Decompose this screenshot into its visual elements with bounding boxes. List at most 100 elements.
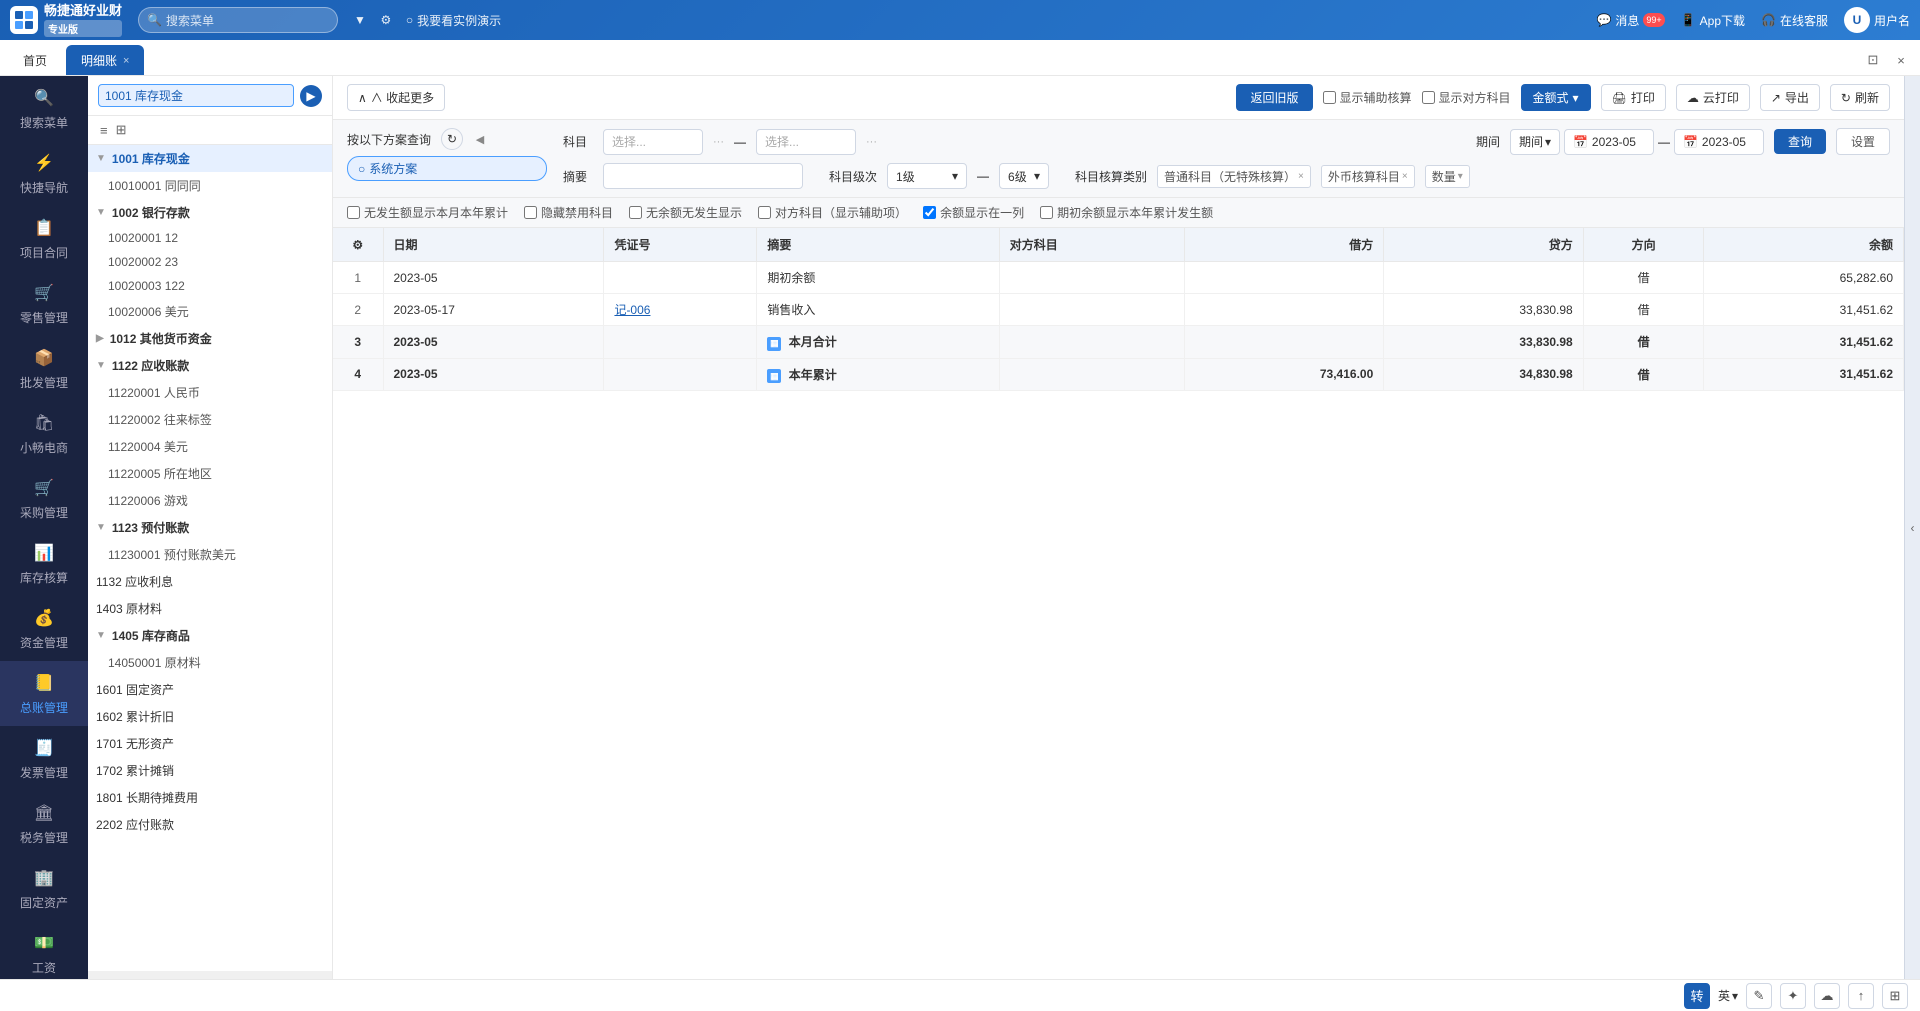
cb-opposite-subject[interactable]: 对方科目（显示辅助项）	[758, 204, 907, 221]
return-old-version-btn[interactable]: 返回旧版	[1236, 84, 1312, 111]
period-start-date[interactable]: 📅 2023-05	[1564, 129, 1654, 155]
bottom-cloud-btn[interactable]: ☁	[1814, 983, 1840, 1009]
tree-item-1403[interactable]: 1403 原材料	[88, 595, 332, 622]
app-download-btn[interactable]: 📱 App下载	[1681, 12, 1745, 29]
tree-item-10020006[interactable]: 10020006 美元	[88, 298, 332, 325]
tree-item-1001[interactable]: ▼ 1001 库存现金	[88, 145, 332, 172]
sidebar-item-assets[interactable]: 🏢 固定资产	[0, 856, 88, 921]
type-tag-1-close[interactable]: ×	[1298, 171, 1304, 182]
tree-item-11220005[interactable]: 11220005 所在地区	[88, 460, 332, 487]
summary-input[interactable]	[603, 163, 803, 189]
print-btn[interactable]: 🖨 打印	[1601, 84, 1666, 111]
show-opposite-checkbox[interactable]: 显示对方科目	[1422, 89, 1511, 106]
tree-item-10010001[interactable]: 10010001 同同同	[88, 172, 332, 199]
filter-settings-btn[interactable]: 设置	[1836, 128, 1890, 155]
user-menu[interactable]: U 用户名	[1844, 7, 1910, 33]
query-btn[interactable]: 查询	[1774, 129, 1826, 154]
type-tag-2-close[interactable]: ×	[1402, 171, 1408, 182]
cb-no-transaction[interactable]: 无发生额显示本月本年累计	[347, 204, 508, 221]
subject-input-to[interactable]: 选择...	[756, 129, 856, 155]
sidebar-item-wholesale[interactable]: 📦 批发管理	[0, 336, 88, 401]
tree-item-10020002[interactable]: 10020002 23	[88, 250, 332, 274]
cb-hide-disabled[interactable]: 隐藏禁用科目	[524, 204, 613, 221]
tree-item-1405[interactable]: ▼ 1405 库存商品	[88, 622, 332, 649]
bottom-star-btn[interactable]: ✦	[1780, 983, 1806, 1009]
tab-close-btn[interactable]: ×	[123, 55, 129, 67]
settings-icon[interactable]: ⚙	[374, 8, 398, 32]
opposite-cb[interactable]	[1422, 91, 1435, 104]
tab-detail-ledger[interactable]: 明细账 ×	[66, 45, 144, 75]
tree-item-14050001[interactable]: 14050001 原材料	[88, 649, 332, 676]
style-switcher-btn[interactable]: 金额式 ▾	[1521, 84, 1591, 111]
tree-item-10020001[interactable]: 10020001 12	[88, 226, 332, 250]
workspace-dropdown[interactable]: ▼	[354, 13, 366, 27]
sidebar-item-invoice[interactable]: 🧾 发票管理	[0, 726, 88, 791]
period-type-select[interactable]: 期间 ▾	[1510, 129, 1560, 155]
cb-opening-balance[interactable]: 期初余额显示本年累计发生额	[1040, 204, 1213, 221]
cb-opening-balance-input[interactable]	[1040, 206, 1053, 219]
sidebar-item-retail[interactable]: 🛒 零售管理	[0, 271, 88, 336]
sidebar-item-payroll[interactable]: 💵 工资	[0, 921, 88, 979]
bottom-upload-btn[interactable]: ↑	[1848, 983, 1874, 1009]
type-tag-2[interactable]: 外币核算科目 ×	[1321, 165, 1415, 188]
scheme-tag[interactable]: ○ 系统方案	[347, 156, 547, 181]
sidebar-item-purchase[interactable]: 🛒 采购管理	[0, 466, 88, 531]
sidebar-item-ledger[interactable]: 📒 总账管理	[0, 661, 88, 726]
expand-more-btn[interactable]: ∧ ∧ 收起更多	[347, 84, 445, 111]
sidebar-item-project[interactable]: 📋 项目合同	[0, 206, 88, 271]
export-btn[interactable]: ↗ 导出	[1760, 84, 1820, 111]
cb-opposite-subject-input[interactable]	[758, 206, 771, 219]
tree-scrollbar[interactable]	[88, 971, 332, 979]
search-bar[interactable]: 🔍 搜索菜单	[138, 7, 338, 33]
messages-btn[interactable]: 💬 消息 99+	[1596, 12, 1664, 29]
cb-no-balance-hide[interactable]: 无余额无发生显示	[629, 204, 742, 221]
show-aux-calc-checkbox[interactable]: 显示辅助核算	[1323, 89, 1412, 106]
tree-list-icon[interactable]: ≡	[98, 121, 110, 140]
bottom-edit-btn[interactable]: ✎	[1746, 983, 1772, 1009]
window-restore-btn[interactable]: ⊡	[1862, 49, 1884, 71]
cb-balance-one-col[interactable]: 余额显示在一列	[923, 204, 1024, 221]
sidebar-item-search[interactable]: 🔍 搜索菜单	[0, 76, 88, 141]
sidebar-item-ecommerce[interactable]: 🛍 小畅电商	[0, 401, 88, 466]
account-nav-btn[interactable]: ▶	[300, 85, 322, 107]
tree-item-11220004[interactable]: 11220004 美元	[88, 433, 332, 460]
qty-tag-close[interactable]: ▾	[1458, 171, 1463, 182]
window-close-btn[interactable]: ×	[1890, 49, 1912, 71]
tree-item-1701[interactable]: 1701 无形资产	[88, 730, 332, 757]
level-to-select[interactable]: 6级 ▾	[999, 163, 1049, 189]
tree-item-10020003[interactable]: 10020003 122	[88, 274, 332, 298]
cloud-print-btn[interactable]: ☁ 云打印	[1676, 84, 1750, 111]
tree-item-1801[interactable]: 1801 长期待摊费用	[88, 784, 332, 811]
tree-item-1122[interactable]: ▼ 1122 应收账款	[88, 352, 332, 379]
online-service-btn[interactable]: 🎧 在线客服	[1761, 12, 1828, 29]
right-panel-toggle[interactable]: ‹	[1904, 76, 1920, 979]
bottom-grid-btn[interactable]: ⊞	[1882, 983, 1908, 1009]
scheme-refresh-btn[interactable]: ↻	[441, 128, 463, 150]
tree-filter-icon[interactable]: ⊞	[114, 120, 129, 140]
filter-collapse-btn[interactable]: ◀	[471, 128, 489, 150]
tree-item-1602[interactable]: 1602 累计折旧	[88, 703, 332, 730]
qty-tag[interactable]: 数量 ▾	[1425, 165, 1470, 188]
level-from-select[interactable]: 1级 ▾	[887, 163, 967, 189]
cb-no-transaction-input[interactable]	[347, 206, 360, 219]
bottom-translate-btn[interactable]: 转	[1684, 983, 1710, 1009]
sidebar-item-capital[interactable]: 💰 资金管理	[0, 596, 88, 661]
sidebar-item-quick-nav[interactable]: ⚡ 快捷导航	[0, 141, 88, 206]
aux-calc-cb[interactable]	[1323, 91, 1336, 104]
selected-account[interactable]: 1001 库存现金	[98, 84, 294, 107]
tree-item-11220006[interactable]: 11220006 游戏	[88, 487, 332, 514]
col-settings[interactable]: ⚙	[333, 228, 383, 262]
tree-item-1702[interactable]: 1702 累计摊销	[88, 757, 332, 784]
tree-item-1601[interactable]: 1601 固定资产	[88, 676, 332, 703]
cb-balance-one-col-input[interactable]	[923, 206, 936, 219]
tree-item-1132[interactable]: 1132 应收利息	[88, 568, 332, 595]
tree-item-2202[interactable]: 2202 应付账款	[88, 811, 332, 838]
tree-item-1012[interactable]: ▶ 1012 其他货币资金	[88, 325, 332, 352]
subject-input-from[interactable]: 选择...	[603, 129, 703, 155]
tree-item-1002[interactable]: ▼ 1002 银行存款	[88, 199, 332, 226]
sidebar-item-tax[interactable]: 🏛 税务管理	[0, 791, 88, 856]
demo-link[interactable]: ○ 我要看实例演示	[406, 12, 501, 29]
sidebar-item-inventory[interactable]: 📊 库存核算	[0, 531, 88, 596]
tree-item-1123[interactable]: ▼ 1123 预付账款	[88, 514, 332, 541]
row-2-voucher[interactable]: 记-006	[604, 294, 757, 326]
